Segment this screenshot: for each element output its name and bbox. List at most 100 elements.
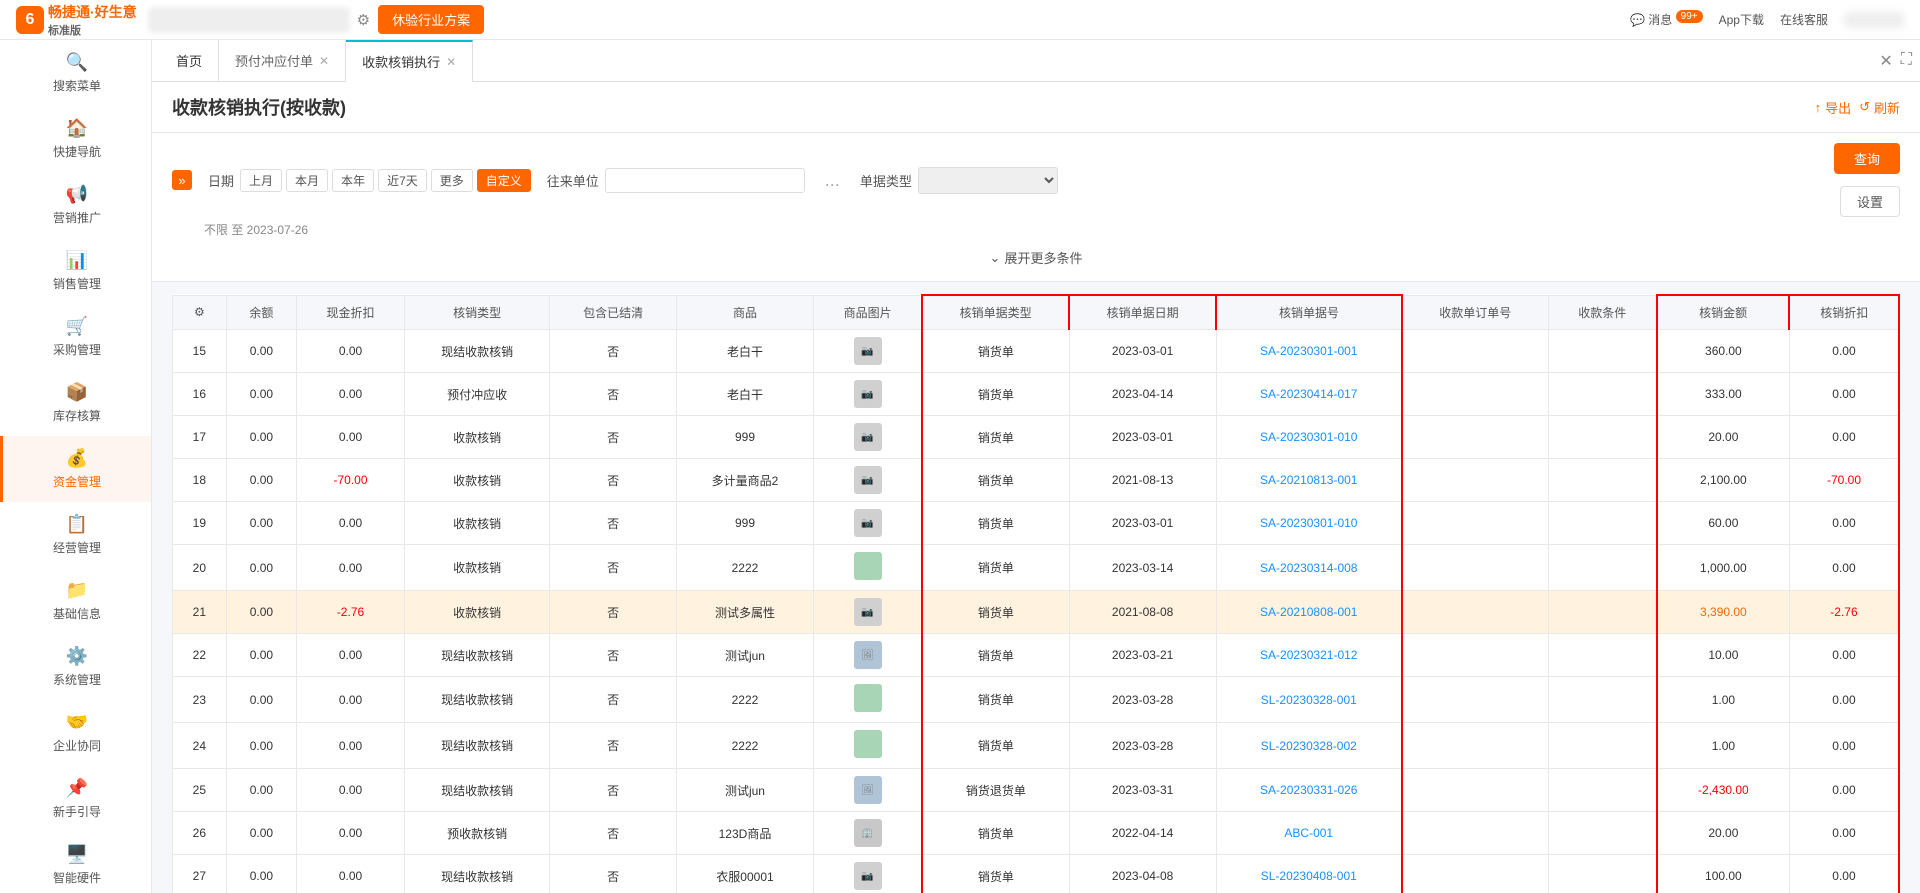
sidebar-item-collab[interactable]: 🤝 企业协同 [0, 700, 151, 766]
date-btn-last-month[interactable]: 上月 [240, 169, 282, 192]
receipt-type-select[interactable] [918, 167, 1058, 194]
cell-goods-img: 📷 [814, 416, 923, 459]
sidebar-item-finance[interactable]: 💰 资金管理 [0, 436, 151, 502]
cell-type: 预付冲应收 [404, 373, 549, 416]
tab-prepay-close[interactable]: ✕ [319, 54, 329, 68]
cell-num: 26 [173, 812, 227, 855]
cell-cash-discount: 0.00 [297, 416, 405, 459]
sidebar-item-search[interactable]: 🔍 搜索菜单 [0, 40, 151, 106]
bill-no-link[interactable]: SA-20230301-010 [1260, 430, 1357, 444]
sidebar-label-system: 系统管理 [53, 671, 101, 688]
page-content: 收款核销执行(按收款) ↑ 导出 ↺ 刷新 » [152, 82, 1920, 893]
cell-bill-date: 2023-03-01 [1069, 416, 1216, 459]
col-settings[interactable]: ⚙ [173, 295, 227, 330]
sidebar-item-quicknav[interactable]: 🏠 快捷导航 [0, 106, 151, 172]
expand-arrow-btn[interactable]: » [172, 170, 192, 190]
sidebar-label-marketing: 营销推广 [53, 209, 101, 226]
bill-no-link[interactable]: SA-20230301-010 [1260, 516, 1357, 530]
cell-condition [1548, 677, 1657, 723]
refresh-icon: ↺ [1859, 99, 1870, 115]
collab-icon: 🤝 [66, 712, 88, 733]
purchase-icon: 🛒 [66, 316, 88, 337]
date-btn-this-year[interactable]: 本年 [332, 169, 374, 192]
cell-num: 22 [173, 634, 227, 677]
settings-icon[interactable]: ⚙ [357, 11, 370, 29]
online-service[interactable]: 在线客服 [1780, 11, 1828, 28]
bill-no-link[interactable]: SA-20210808-001 [1260, 605, 1357, 619]
export-button[interactable]: ↑ 导出 [1815, 98, 1852, 117]
setting-button[interactable]: 设置 [1840, 186, 1900, 217]
cell-bill-no: SA-20230331-026 [1216, 769, 1402, 812]
top-bar: 6 畅捷通·好生意 标准版 ⚙ 休验行业方案 💬 消息 99+ App下载 在线… [0, 0, 1920, 40]
expand-more-btn[interactable]: ⌄ 展开更多条件 [986, 244, 1087, 271]
cell-balance: 0.00 [226, 459, 296, 502]
bill-no-link[interactable]: SA-20230321-012 [1260, 648, 1357, 662]
cell-goods: 2222 [676, 723, 813, 769]
refresh-button[interactable]: ↺ 刷新 [1859, 98, 1900, 117]
sidebar-item-system[interactable]: ⚙️ 系统管理 [0, 634, 151, 700]
guide-icon: 📌 [66, 778, 88, 799]
refresh-label: 刷新 [1874, 98, 1900, 117]
date-btn-this-month[interactable]: 本月 [286, 169, 328, 192]
cell-goods: 测试jun [676, 634, 813, 677]
user-name[interactable] [1844, 12, 1904, 28]
sidebar-item-inventory[interactable]: 📦 库存核算 [0, 370, 151, 436]
date-btn-more[interactable]: 更多 [431, 169, 473, 192]
sidebar-label-business: 经营管理 [53, 539, 101, 556]
cell-bill-type: 销货单 [922, 591, 1069, 634]
bill-no-link[interactable]: SA-20230414-017 [1260, 387, 1357, 401]
date-range-text: 不限 至 2023-07-26 [204, 223, 308, 237]
bill-no-link[interactable]: SL-20230328-002 [1261, 739, 1357, 753]
cell-discount: 0.00 [1789, 545, 1899, 591]
sidebar-item-marketing[interactable]: 📢 营销推广 [0, 172, 151, 238]
query-button[interactable]: 查询 [1834, 143, 1900, 174]
tab-prepay[interactable]: 预付冲应付单 ✕ [219, 40, 346, 82]
bill-no-link[interactable]: SA-20230301-001 [1260, 344, 1357, 358]
bill-no-link[interactable]: SL-20230328-001 [1261, 693, 1357, 707]
sidebar-item-purchase[interactable]: 🛒 采购管理 [0, 304, 151, 370]
home-icon: 🏠 [66, 118, 88, 139]
industry-btn[interactable]: 休验行业方案 [378, 5, 484, 34]
cell-balance: 0.00 [226, 723, 296, 769]
bill-no-link[interactable]: SA-20210813-001 [1260, 473, 1357, 487]
cell-amount: 3,390.00 [1657, 591, 1790, 634]
sidebar-label-hardware: 智能硬件 [53, 869, 101, 886]
tab-receipt-close[interactable]: ✕ [446, 55, 456, 69]
tab-home-label: 首页 [176, 51, 202, 70]
cell-balance: 0.00 [226, 677, 296, 723]
bill-no-link[interactable]: SL-20230408-001 [1261, 869, 1357, 883]
sidebar-item-basic-info[interactable]: 📁 基础信息 [0, 568, 151, 634]
expand-more-icon: ⌄ [990, 250, 1001, 266]
cell-num: 19 [173, 502, 227, 545]
sidebar-item-hardware[interactable]: 🖥️ 智能硬件 [0, 832, 151, 893]
sidebar-item-sales[interactable]: 📊 销售管理 [0, 238, 151, 304]
date-filter: 日期 上月 本月 本年 近7天 更多 自定义 [208, 169, 531, 192]
cell-type: 收款核销 [404, 591, 549, 634]
bill-no-link[interactable]: SA-20230314-008 [1260, 561, 1357, 575]
cell-discount: -2.76 [1789, 591, 1899, 634]
app-download[interactable]: App下载 [1719, 11, 1764, 28]
col-bill-type: 核销单据类型 [922, 295, 1069, 330]
bill-no-link[interactable]: ABC-001 [1284, 826, 1333, 840]
sidebar-label-basic-info: 基础信息 [53, 605, 101, 622]
cell-discount: 0.00 [1789, 502, 1899, 545]
date-btn-7days[interactable]: 近7天 [378, 169, 427, 192]
cell-amount: 20.00 [1657, 812, 1790, 855]
partner-input[interactable] [605, 168, 805, 193]
cell-condition [1548, 545, 1657, 591]
tab-expand-icon[interactable]: ⛶ [1901, 51, 1912, 71]
bill-no-link[interactable]: SA-20230331-026 [1260, 783, 1357, 797]
notification-item[interactable]: 💬 消息 99+ [1630, 11, 1703, 28]
ellipsis-btn[interactable]: ... [821, 170, 844, 191]
col-discount: 核销折扣 [1789, 295, 1899, 330]
date-btn-custom[interactable]: 自定义 [477, 169, 531, 192]
table-row: 15 0.00 0.00 现结收款核销 否 老白干 📷 销货单 2023-03-… [173, 330, 1900, 373]
sidebar-item-business[interactable]: 📋 经营管理 [0, 502, 151, 568]
tab-receipt[interactable]: 收款核销执行 ✕ [346, 40, 473, 82]
sidebar-item-guide[interactable]: 📌 新手引导 [0, 766, 151, 832]
tab-close-icon[interactable]: ✕ [1879, 51, 1892, 71]
tab-home[interactable]: 首页 [160, 40, 219, 82]
logo-icon: 6 [16, 6, 44, 34]
app-layout: 🔍 搜索菜单 🏠 快捷导航 📢 营销推广 📊 销售管理 🛒 采购管理 📦 库存核… [0, 40, 1920, 893]
cell-discount: -70.00 [1789, 459, 1899, 502]
